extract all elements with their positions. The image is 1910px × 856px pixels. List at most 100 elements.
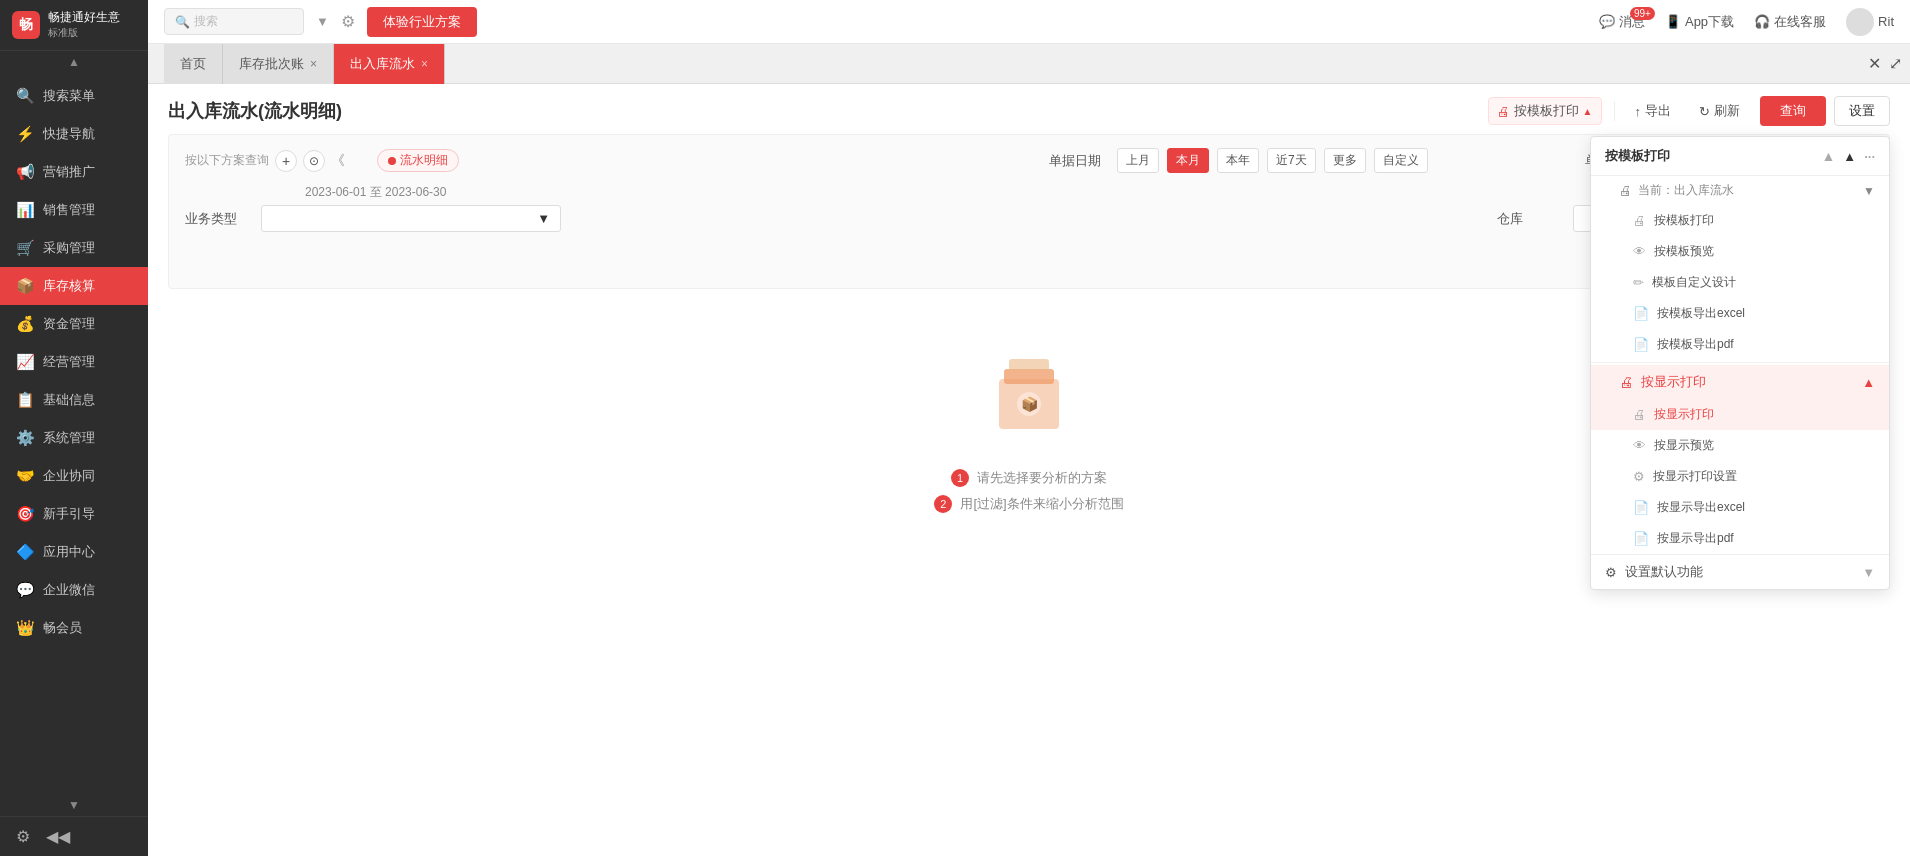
filter-tag-area: 流水明细 <box>377 149 459 172</box>
sidebar-item-inventory[interactable]: 📦 库存核算 <box>0 267 148 305</box>
tab-batch-account-label: 库存批次账 <box>239 55 304 73</box>
divider <box>1614 101 1615 121</box>
template-export-pdf-icon: 📄 <box>1633 337 1649 352</box>
tab-batch-account[interactable]: 库存批次账 × <box>223 44 334 84</box>
refresh-btn[interactable]: ↻ 刷新 <box>1691 98 1748 124</box>
user-avatar-btn[interactable]: Rit <box>1846 8 1894 36</box>
sidebar-item-system[interactable]: ⚙️ 系统管理 <box>0 419 148 457</box>
tab-expand-icon[interactable]: ⤢ <box>1889 54 1902 73</box>
dropdown-display-preview[interactable]: 👁 按显示预览 <box>1591 430 1889 461</box>
template-preview-icon: 👁 <box>1633 244 1646 259</box>
biz-type-select[interactable]: ▼ <box>261 205 561 232</box>
sidebar-scroll-up[interactable]: ▲ <box>0 51 148 73</box>
topbar-gear-icon[interactable]: ⚙ <box>341 12 355 31</box>
sales-icon: 📊 <box>16 201 35 219</box>
collapse-sidebar-icon[interactable]: ◀◀ <box>46 827 70 846</box>
template-print-icon: 🖨 <box>1633 213 1646 228</box>
dropdown-scroll-up-btn[interactable]: ▲ <box>1821 148 1835 164</box>
tab-home[interactable]: 首页 <box>164 44 223 84</box>
date-btn-7days[interactable]: 近7天 <box>1267 148 1316 173</box>
query-button[interactable]: 查询 <box>1760 96 1826 126</box>
dropdown-display-print[interactable]: 🖨 按显示打印 <box>1591 399 1889 430</box>
display-print-label: 按显示打印 <box>1654 406 1714 423</box>
topbar-search-chevron[interactable]: ▼ <box>316 14 329 29</box>
tab-flow-close[interactable]: × <box>421 57 428 71</box>
current-item-icon: 🖨 <box>1619 183 1632 198</box>
dropdown-template-custom[interactable]: ✏ 模板自定义设计 <box>1591 267 1889 298</box>
filter-tag[interactable]: 流水明细 <box>377 149 459 172</box>
refresh-icon: ↻ <box>1699 104 1710 119</box>
tab-batch-account-close[interactable]: × <box>310 57 317 71</box>
page-actions: 🖨 按模板打印 ▲ ↑ 导出 ↻ 刷新 查询 设置 <box>1488 96 1890 126</box>
sidebar-item-label-wechat: 企业微信 <box>43 581 95 599</box>
refresh-label: 刷新 <box>1714 102 1740 120</box>
date-btn-last-month[interactable]: 上月 <box>1117 148 1159 173</box>
sidebar-item-finance[interactable]: 💰 资金管理 <box>0 305 148 343</box>
filter-collapse-btn[interactable]: 《 <box>331 152 345 170</box>
sidebar-item-marketing[interactable]: 📢 营销推广 <box>0 153 148 191</box>
filter-add-btn[interactable]: + <box>275 150 297 172</box>
dropdown-more-btn[interactable]: ··· <box>1864 149 1875 164</box>
dropdown-chevron-up: ▲ <box>1843 149 1856 164</box>
date-btn-custom[interactable]: 自定义 <box>1374 148 1428 173</box>
tabbar-right: ✕ ⤢ <box>1868 54 1910 73</box>
dropdown-footer[interactable]: ⚙ 设置默认功能 ▼ <box>1591 554 1889 589</box>
export-btn[interactable]: ↑ 导出 <box>1627 98 1680 124</box>
sidebar-item-coop[interactable]: 🤝 企业协同 <box>0 457 148 495</box>
topbar-search-input[interactable]: 🔍 搜索 <box>164 8 304 35</box>
date-btn-this-year[interactable]: 本年 <box>1217 148 1259 173</box>
sidebar-item-label-operation: 经营管理 <box>43 353 95 371</box>
date-filter-label: 单据日期 <box>1049 152 1109 170</box>
dropdown-template-preview[interactable]: 👁 按模板预览 <box>1591 236 1889 267</box>
step-num-1: 1 <box>951 469 969 487</box>
logo-text-block: 畅捷通好生意 标准版 <box>48 10 120 40</box>
dropdown-template-export-excel[interactable]: 📄 按模板导出excel <box>1591 298 1889 329</box>
print-label: 按模板打印 <box>1514 102 1579 120</box>
sidebar-item-label-system: 系统管理 <box>43 429 95 447</box>
sidebar-item-member[interactable]: 👑 畅会员 <box>0 609 148 647</box>
sidebar-item-guide[interactable]: 🎯 新手引导 <box>0 495 148 533</box>
sidebar: 畅 畅捷通好生意 标准版 ▲ 🔍 搜索菜单 ⚡ 快捷导航 📢 营销推广 📊 销售… <box>0 0 148 856</box>
filter-scheme-btn[interactable]: ⊙ <box>303 150 325 172</box>
sidebar-item-search[interactable]: 🔍 搜索菜单 <box>0 77 148 115</box>
template-export-excel-icon: 📄 <box>1633 306 1649 321</box>
wechat-icon: 💬 <box>16 581 35 599</box>
tab-flow[interactable]: 出入库流水 × <box>334 44 445 84</box>
dropdown-display-print-settings[interactable]: ⚙ 按显示打印设置 <box>1591 461 1889 492</box>
sidebar-item-appstore[interactable]: 🔷 应用中心 <box>0 533 148 571</box>
sidebar-item-quick-nav[interactable]: ⚡ 快捷导航 <box>0 115 148 153</box>
online-service-label: 在线客服 <box>1774 13 1826 31</box>
dropdown-display-export-excel[interactable]: 📄 按显示导出excel <box>1591 492 1889 523</box>
sidebar-item-wechat[interactable]: 💬 企业微信 <box>0 571 148 609</box>
print-btn[interactable]: 🖨 按模板打印 ▲ <box>1488 97 1602 125</box>
dropdown-current-item[interactable]: 🖨 当前：出入库流水 ▼ <box>1591 176 1889 205</box>
sidebar-item-basic[interactable]: 📋 基础信息 <box>0 381 148 419</box>
dropdown-display-section[interactable]: 🖨 按显示打印 ▲ <box>1591 365 1889 399</box>
trial-btn[interactable]: 体验行业方案 <box>367 7 477 37</box>
sidebar-scroll-down[interactable]: ▼ <box>0 794 148 816</box>
sidebar-logo: 畅 畅捷通好生意 标准版 <box>0 0 148 51</box>
dropdown-divider <box>1591 362 1889 363</box>
date-btn-more[interactable]: 更多 <box>1324 148 1366 173</box>
tabbar: 首页 库存批次账 × 出入库流水 × ✕ ⤢ <box>148 44 1910 84</box>
setting-button[interactable]: 设置 <box>1834 96 1890 126</box>
date-btn-this-month[interactable]: 本月 <box>1167 148 1209 173</box>
app-download-btn[interactable]: 📱 App下载 <box>1665 13 1734 31</box>
sidebar-item-label-purchase: 采购管理 <box>43 239 95 257</box>
sidebar-item-purchase[interactable]: 🛒 采购管理 <box>0 229 148 267</box>
page-title: 出入库流水(流水明细) <box>168 99 342 123</box>
tab-close-window-icon[interactable]: ✕ <box>1868 54 1881 73</box>
sidebar-item-sales[interactable]: 📊 销售管理 <box>0 191 148 229</box>
messages-btn[interactable]: 💬 消息 99+ <box>1599 13 1645 31</box>
dropdown-template-print[interactable]: 🖨 按模板打印 <box>1591 205 1889 236</box>
footer-chevron: ▼ <box>1862 565 1875 580</box>
svg-text:📦: 📦 <box>1021 396 1039 413</box>
dropdown-template-export-pdf[interactable]: 📄 按模板导出pdf <box>1591 329 1889 360</box>
sidebar-item-operation[interactable]: 📈 经营管理 <box>0 343 148 381</box>
settings-icon[interactable]: ⚙ <box>16 827 30 846</box>
display-section-icon: 🖨 <box>1619 374 1633 390</box>
dropdown-display-export-pdf[interactable]: 📄 按显示导出pdf <box>1591 523 1889 554</box>
date-filter-group: 单据日期 上月 本月 本年 近7天 更多 自定义 <box>1049 148 1549 173</box>
messages-badge: 99+ <box>1630 7 1655 20</box>
online-service-btn[interactable]: 🎧 在线客服 <box>1754 13 1826 31</box>
